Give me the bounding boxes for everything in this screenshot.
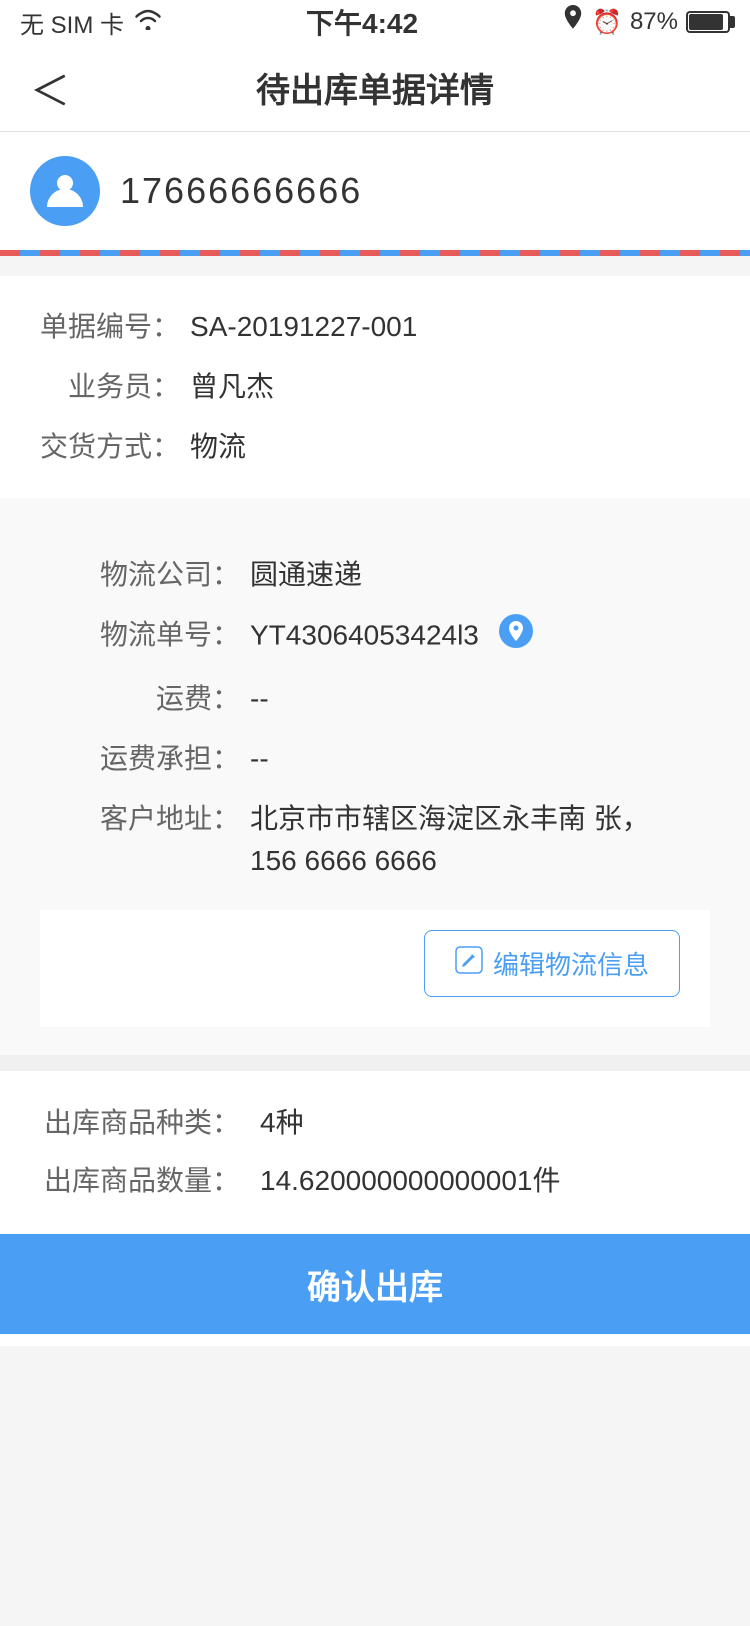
tracking-row: 物流单号： YT43064053424l3 bbox=[100, 614, 650, 660]
salesperson-label: 业务员： bbox=[40, 366, 180, 408]
edit-logistics-label: 编辑物流信息 bbox=[493, 945, 649, 982]
product-type-label: 出库商品种类： bbox=[40, 1101, 240, 1141]
wifi-icon bbox=[134, 8, 162, 37]
battery-icon bbox=[686, 11, 730, 33]
nav-bar: ＜ 待出库单据详情 bbox=[0, 44, 750, 132]
status-bar: 无 SIM 卡 下午4:42 ⏰ 87% bbox=[0, 0, 750, 44]
tracking-label: 物流单号： bbox=[100, 614, 240, 656]
order-info-section: 单据编号： SA-20191227-001 业务员： 曾凡杰 交货方式： 物流 bbox=[0, 276, 750, 498]
back-button[interactable]: ＜ bbox=[30, 59, 70, 117]
status-carrier: 无 SIM 卡 bbox=[20, 5, 162, 40]
edit-icon bbox=[455, 946, 483, 981]
section-divider bbox=[0, 1055, 750, 1071]
carrier-text: 无 SIM 卡 bbox=[20, 5, 124, 40]
product-type-value: 4种 bbox=[260, 1101, 710, 1141]
alarm-status-icon: ⏰ bbox=[592, 8, 622, 37]
product-type-row: 出库商品种类： 4种 bbox=[40, 1101, 710, 1141]
confirm-label: 确认出库 bbox=[307, 1260, 443, 1309]
salesperson-row: 业务员： 曾凡杰 bbox=[40, 366, 710, 408]
logistics-company-row: 物流公司： 圆通速递 bbox=[100, 554, 650, 596]
address-value: 北京市市辖区海淀区永丰南 张，156 6666 6666 bbox=[250, 798, 650, 882]
logistics-company-value: 圆通速递 bbox=[250, 554, 650, 596]
status-time: 下午4:42 bbox=[306, 2, 418, 42]
bottom-spacer bbox=[0, 1346, 750, 1526]
freight-bearer-row: 运费承担： -- bbox=[100, 738, 650, 780]
freight-row: 运费： -- bbox=[100, 678, 650, 720]
map-pin-icon[interactable] bbox=[499, 614, 533, 660]
freight-bearer-value: -- bbox=[250, 738, 650, 780]
tracking-value: YT43064053424l3 bbox=[250, 614, 650, 660]
order-no-label: 单据编号： bbox=[40, 306, 180, 348]
order-no-value: SA-20191227-001 bbox=[190, 306, 710, 348]
user-avatar bbox=[30, 156, 100, 226]
user-phone: 17666666666 bbox=[120, 170, 362, 212]
freight-bearer-label: 运费承担： bbox=[100, 738, 240, 780]
order-no-row: 单据编号： SA-20191227-001 bbox=[40, 306, 710, 348]
delivery-label: 交货方式： bbox=[40, 426, 180, 468]
status-right: ⏰ 87% bbox=[562, 5, 730, 40]
address-row: 客户地址： 北京市市辖区海淀区永丰南 张，156 6666 6666 bbox=[100, 798, 650, 882]
logistics-company-label: 物流公司： bbox=[100, 554, 240, 596]
edit-logistics-button[interactable]: 编辑物流信息 bbox=[424, 930, 680, 997]
edit-btn-container: 编辑物流信息 bbox=[40, 910, 710, 1027]
salesperson-value: 曾凡杰 bbox=[190, 366, 710, 408]
dashed-divider bbox=[0, 250, 750, 256]
address-label: 客户地址： bbox=[100, 798, 240, 840]
product-quantity-value: 14.620000000000001件 bbox=[260, 1159, 710, 1199]
product-quantity-row: 出库商品数量： 14.620000000000001件 bbox=[40, 1159, 710, 1199]
freight-value: -- bbox=[250, 678, 650, 720]
confirm-button[interactable]: 确认出库 bbox=[0, 1234, 750, 1334]
products-section: 出库商品种类： 4种 出库商品数量： 14.620000000000001件 bbox=[0, 1071, 750, 1229]
person-icon bbox=[43, 169, 87, 213]
battery-text: 87% bbox=[630, 8, 678, 36]
product-quantity-label: 出库商品数量： bbox=[40, 1159, 240, 1199]
freight-label: 运费： bbox=[100, 678, 240, 720]
page-title: 待出库单据详情 bbox=[256, 63, 494, 112]
logistics-section: 物流公司： 圆通速递 物流单号： YT43064053424l3 运费： bbox=[0, 498, 750, 1055]
delivery-row: 交货方式： 物流 bbox=[40, 426, 710, 468]
location-status-icon bbox=[562, 5, 584, 40]
delivery-value: 物流 bbox=[190, 426, 710, 468]
user-section: 17666666666 bbox=[0, 132, 750, 250]
